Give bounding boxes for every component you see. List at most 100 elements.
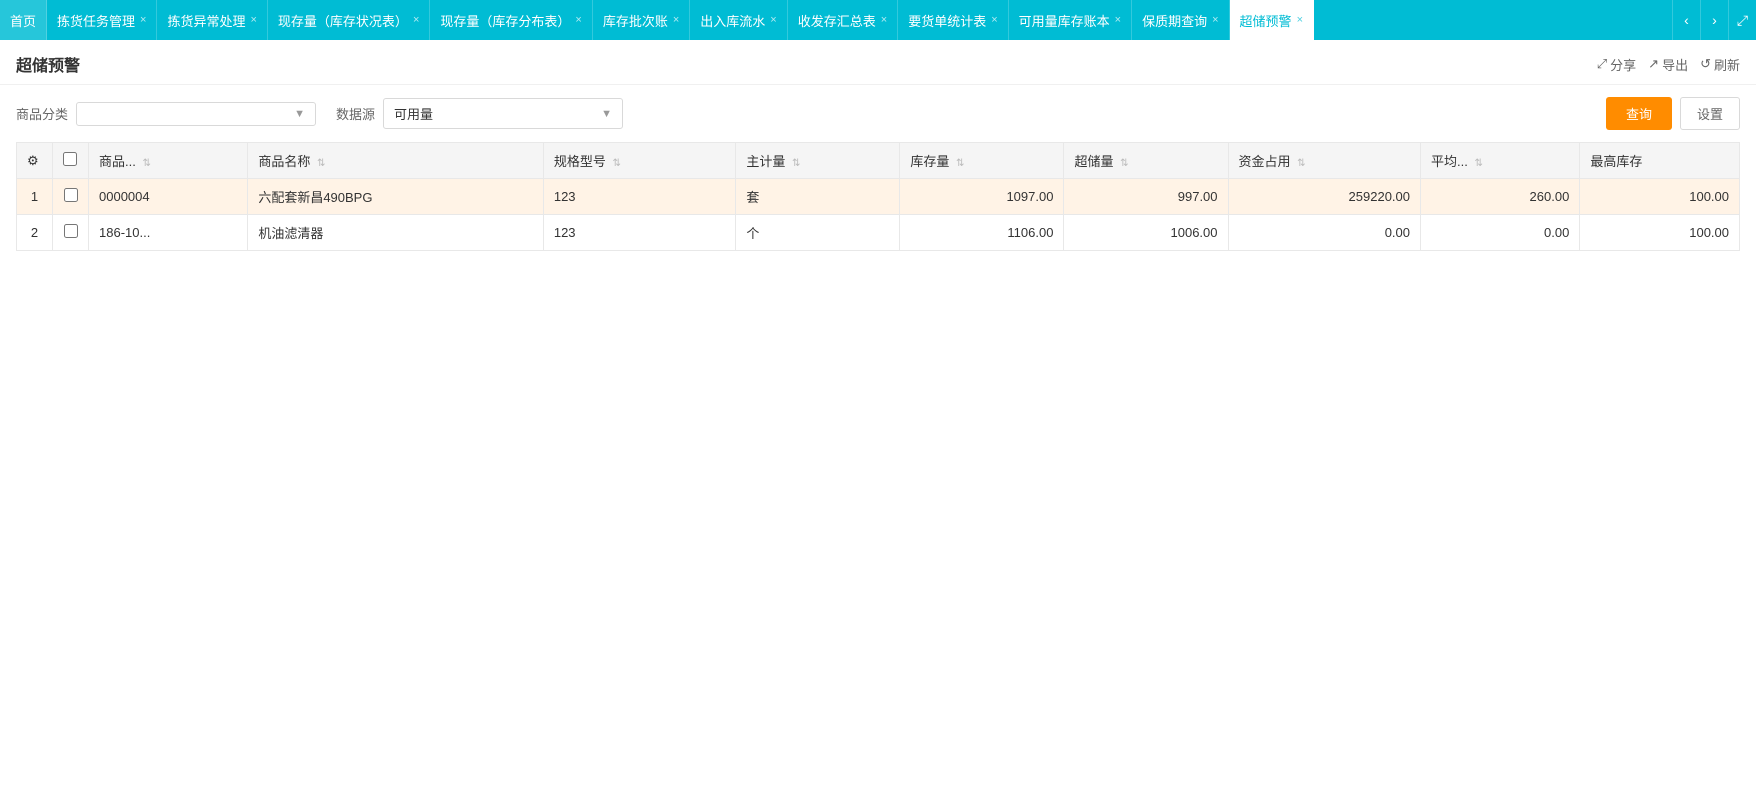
nav-tab-stock-dist-label: 现存量（库存分布表） [440, 11, 570, 30]
close-tab-abnormal[interactable]: × [250, 14, 256, 26]
nav-tab-stock-status[interactable]: 现存量（库存状况表） × [268, 0, 430, 40]
nav-tab-task-mgmt[interactable]: 拣货任务管理 × [47, 0, 157, 40]
col-stock-qty-label: 库存量 [910, 154, 949, 169]
refresh-action[interactable]: ↺ 刷新 [1700, 55, 1740, 74]
settings-button[interactable]: 设置 [1680, 97, 1740, 130]
close-tab-in-out-flow[interactable]: × [770, 14, 776, 26]
share-icon: ⤢ [1597, 56, 1607, 72]
col-unit: 主计量 ⇅ [736, 143, 900, 179]
row-capital-usage-1: 0.00 [1228, 215, 1420, 251]
nav-tab-order-stats-label: 要货单统计表 [908, 11, 986, 30]
col-product-code-sort-icon[interactable]: ⇅ [142, 158, 150, 169]
row-checkbox-0 [53, 179, 89, 215]
product-category-select[interactable]: ▼ [76, 102, 316, 126]
close-tab-quality-check[interactable]: × [1212, 14, 1218, 26]
share-label: 分享 [1610, 55, 1636, 74]
main-content: 超储预警 ⤢ 分享 ↗ 导出 ↺ 刷新 商品分类 ▼ 数据源 [0, 40, 1756, 800]
row-product-name-0: 六配套新昌490BPG [248, 179, 544, 215]
nav-tab-stock-dist[interactable]: 现存量（库存分布表） × [430, 0, 592, 40]
col-stock-qty-sort-icon[interactable]: ⇅ [956, 158, 964, 169]
share-action[interactable]: ⤢ 分享 [1597, 55, 1636, 74]
col-avg-sort-icon[interactable]: ⇅ [1474, 158, 1482, 169]
col-unit-label: 主计量 [746, 154, 785, 169]
close-tab-available-account[interactable]: × [1115, 14, 1121, 26]
filter-actions: 查询 设置 [1606, 97, 1740, 130]
nav-tab-receive-send[interactable]: 收发存汇总表 × [788, 0, 898, 40]
col-spec: 规格型号 ⇅ [543, 143, 735, 179]
row-max-stock-1: 100.00 [1580, 215, 1740, 251]
col-capital-usage-sort-icon[interactable]: ⇅ [1297, 158, 1305, 169]
refresh-label: 刷新 [1714, 55, 1740, 74]
row-capital-usage-0: 259220.00 [1228, 179, 1420, 215]
export-action[interactable]: ↗ 导出 [1648, 55, 1688, 74]
data-table: ⚙ 商品... ⇅ 商品名称 ⇅ 规格型号 ⇅ [16, 142, 1740, 251]
col-product-code-label: 商品... [99, 154, 136, 169]
row-select-1[interactable] [64, 224, 78, 238]
table-body: 1 0000004 六配套新昌490BPG 123 套 1097.00 997.… [17, 179, 1740, 251]
top-navigation: 首页 拣货任务管理 × 拣货异常处理 × 现存量（库存状况表） × 现存量（库存… [0, 0, 1756, 40]
nav-arrow-right[interactable]: › [1700, 0, 1728, 40]
nav-tab-batch-account[interactable]: 库存批次账 × [593, 0, 690, 40]
nav-tab-abnormal-label: 拣货异常处理 [167, 11, 245, 30]
row-select-0[interactable] [64, 188, 78, 202]
nav-expand-btn[interactable]: ⤢ [1728, 0, 1756, 40]
col-avg: 平均... ⇅ [1421, 143, 1580, 179]
close-tab-receive-send[interactable]: × [881, 14, 887, 26]
close-tab-order-stats[interactable]: × [991, 14, 997, 26]
row-stock-qty-0: 1097.00 [900, 179, 1064, 215]
table-wrapper: ⚙ 商品... ⇅ 商品名称 ⇅ 规格型号 ⇅ [0, 142, 1756, 251]
col-avg-label: 平均... [1431, 154, 1468, 169]
table-row: 1 0000004 六配套新昌490BPG 123 套 1097.00 997.… [17, 179, 1740, 215]
nav-tab-in-out-flow-label: 出入库流水 [700, 11, 765, 30]
row-unit-0: 套 [736, 179, 900, 215]
col-capital-usage-label: 资金占用 [1239, 154, 1291, 169]
col-checkbox [53, 143, 89, 179]
col-over-qty-label: 超储量 [1074, 154, 1113, 169]
data-source-select[interactable]: 可用量 ▼ [383, 98, 623, 129]
data-source-group: 数据源 可用量 ▼ [336, 98, 623, 129]
row-over-qty-1: 1006.00 [1064, 215, 1228, 251]
col-over-qty-sort-icon[interactable]: ⇅ [1120, 158, 1128, 169]
nav-tab-home-label: 首页 [10, 11, 36, 30]
col-product-name: 商品名称 ⇅ [248, 143, 544, 179]
nav-tab-available-account[interactable]: 可用量库存账本 × [1009, 0, 1132, 40]
page-title: 超储预警 [16, 52, 80, 76]
table-header: ⚙ 商品... ⇅ 商品名称 ⇅ 规格型号 ⇅ [17, 143, 1740, 179]
page-header: 超储预警 ⤢ 分享 ↗ 导出 ↺ 刷新 [0, 40, 1756, 85]
row-spec-0: 123 [543, 179, 735, 215]
row-checkbox-1 [53, 215, 89, 251]
data-source-label: 数据源 [336, 104, 375, 123]
row-product-name-1: 机油滤清器 [248, 215, 544, 251]
col-product-name-sort-icon[interactable]: ⇅ [317, 158, 325, 169]
nav-tab-overstock-warning[interactable]: 超储预警 × [1230, 0, 1314, 40]
select-all-checkbox[interactable] [63, 152, 77, 166]
nav-arrow-left[interactable]: ‹ [1672, 0, 1700, 40]
nav-tab-quality-check[interactable]: 保质期查询 × [1132, 0, 1229, 40]
nav-tab-order-stats[interactable]: 要货单统计表 × [898, 0, 1008, 40]
close-tab-stock-dist[interactable]: × [575, 14, 581, 26]
close-tab-overstock-warning[interactable]: × [1297, 14, 1303, 26]
gear-icon[interactable]: ⚙ [27, 153, 39, 168]
nav-tab-in-out-flow[interactable]: 出入库流水 × [690, 0, 787, 40]
close-tab-stock-status[interactable]: × [413, 14, 419, 26]
col-spec-sort-icon[interactable]: ⇅ [612, 158, 620, 169]
nav-tab-overstock-warning-label: 超储预警 [1240, 11, 1292, 30]
data-source-value: 可用量 [394, 104, 433, 123]
col-max-stock-label: 最高库存 [1590, 154, 1642, 169]
nav-tab-abnormal[interactable]: 拣货异常处理 × [157, 0, 267, 40]
nav-tab-batch-account-label: 库存批次账 [603, 11, 668, 30]
query-button[interactable]: 查询 [1606, 97, 1672, 130]
row-num-0: 1 [17, 179, 53, 215]
table-row: 2 186-10... 机油滤清器 123 个 1106.00 1006.00 … [17, 215, 1740, 251]
header-actions: ⤢ 分享 ↗ 导出 ↺ 刷新 [1597, 55, 1740, 74]
close-tab-task-mgmt[interactable]: × [140, 14, 146, 26]
nav-tab-home[interactable]: 首页 [0, 0, 47, 40]
row-product-code-1: 186-10... [89, 215, 248, 251]
export-icon: ↗ [1648, 56, 1659, 72]
row-avg-0: 260.00 [1421, 179, 1580, 215]
close-tab-batch-account[interactable]: × [673, 14, 679, 26]
col-unit-sort-icon[interactable]: ⇅ [792, 158, 800, 169]
nav-tab-stock-status-label: 现存量（库存状况表） [278, 11, 408, 30]
export-label: 导出 [1662, 55, 1688, 74]
row-spec-1: 123 [543, 215, 735, 251]
